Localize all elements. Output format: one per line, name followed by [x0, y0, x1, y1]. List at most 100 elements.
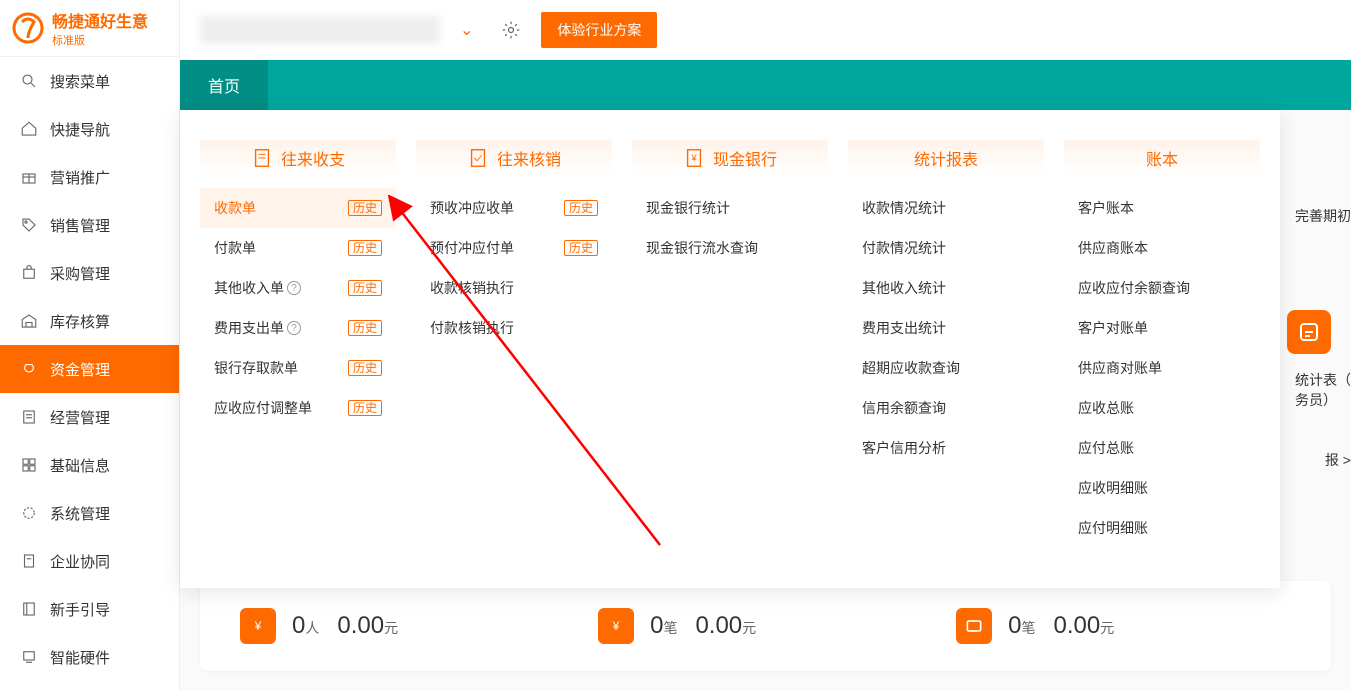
document-icon [20, 552, 38, 570]
sidebar-item-label: 企业协同 [50, 551, 110, 572]
mega-col-cashbank: ¥ 现金银行 现金银行统计 现金银行流水查询 [632, 140, 828, 548]
sidebar-item-search[interactable]: 搜索菜单 [0, 57, 179, 105]
sidebar-item-shortcut[interactable]: 快捷导航 [0, 105, 179, 153]
mega-item-bank-transfer[interactable]: 银行存取款单 历史 [200, 348, 396, 388]
tab-home[interactable]: 首页 [180, 60, 268, 110]
sidebar-item-guide[interactable]: 新手引导 [0, 585, 179, 633]
history-tag[interactable]: 历史 [348, 400, 382, 416]
sidebar-item-finance[interactable]: 资金管理 [0, 345, 179, 393]
history-tag[interactable]: 历史 [564, 200, 598, 216]
mega-item-customer-ledger[interactable]: 客户账本 [1064, 188, 1260, 228]
warehouse-icon [20, 312, 38, 330]
mega-item-overdue-ar[interactable]: 超期应收款查询 [848, 348, 1044, 388]
sidebar-item-label: 销售管理 [50, 215, 110, 236]
tabbar: 首页 [180, 60, 1351, 110]
mega-item-other-income[interactable]: 其他收入单? 历史 [200, 268, 396, 308]
money-icon: ¥ [598, 608, 634, 644]
sidebar-item-label: 搜索菜单 [50, 71, 110, 92]
sidebar-item-hardware[interactable]: 智能硬件 [0, 633, 179, 681]
check-doc-icon [467, 147, 489, 169]
chevron-down-icon[interactable]: ⌄ [452, 20, 481, 40]
sidebar-item-operation[interactable]: 经营管理 [0, 393, 179, 441]
org-selector-blurred [200, 16, 440, 44]
receipt-icon [251, 147, 273, 169]
history-tag[interactable]: 历史 [348, 240, 382, 256]
mega-item-ar-ap-balance[interactable]: 应收应付余额查询 [1064, 268, 1260, 308]
mega-item-customer-credit[interactable]: 客户信用分析 [848, 428, 1044, 468]
mega-item-payment-writeoff[interactable]: 付款核销执行 [416, 308, 612, 348]
report-icon[interactable] [1287, 310, 1331, 354]
mega-col-ledger: 账本 客户账本 供应商账本 应收应付余额查询 客户对账单 供应商对账单 应收总账… [1064, 140, 1260, 548]
gift-icon [20, 168, 38, 186]
sidebar-item-enterprise[interactable]: 企业协同 [0, 537, 179, 585]
history-tag[interactable]: 历史 [348, 280, 382, 296]
mega-item-expense-stats[interactable]: 费用支出统计 [848, 308, 1044, 348]
sidebar-item-label: 采购管理 [50, 263, 110, 284]
stat-group-3: 0笔 0.00元 [956, 608, 1114, 644]
sidebar-item-label: 资金管理 [50, 359, 110, 380]
mega-item-cashbank-flow[interactable]: 现金银行流水查询 [632, 228, 828, 268]
wallet-icon [956, 608, 992, 644]
sidebar-item-label: 系统管理 [50, 503, 110, 524]
logo-sub: 标准版 [52, 32, 148, 48]
home-icon [20, 120, 38, 138]
mega-item-payment[interactable]: 付款单 历史 [200, 228, 396, 268]
history-tag[interactable]: 历史 [564, 240, 598, 256]
sidebar-item-inventory[interactable]: 库存核算 [0, 297, 179, 345]
mega-menu-panel: 往来收支 收款单 历史 付款单 历史 其他收入单? 历史 费用支出单? 历史 银… [180, 110, 1280, 588]
mega-item-prereceive-offset[interactable]: 预收冲应收单 历史 [416, 188, 612, 228]
mega-header-reports: 统计报表 [848, 140, 1044, 176]
help-icon[interactable]: ? [287, 321, 301, 335]
mega-item-other-income-stats[interactable]: 其他收入统计 [848, 268, 1044, 308]
logo[interactable]: 畅捷通好生意 标准版 [0, 0, 179, 57]
sidebar-item-sales[interactable]: 销售管理 [0, 201, 179, 249]
history-tag[interactable]: 历史 [348, 360, 382, 376]
history-tag[interactable]: 历史 [348, 200, 382, 216]
grid-icon [20, 456, 38, 474]
mega-item-cashbank-stats[interactable]: 现金银行统计 [632, 188, 828, 228]
mega-item-credit-balance[interactable]: 信用余额查询 [848, 388, 1044, 428]
sidebar-item-basic[interactable]: 基础信息 [0, 441, 179, 489]
mega-item-supplier-statement[interactable]: 供应商对账单 [1064, 348, 1260, 388]
mega-item-ap-detail[interactable]: 应付明细账 [1064, 508, 1260, 548]
mega-item-ar-ap-adjust[interactable]: 应收应付调整单 历史 [200, 388, 396, 428]
tag-icon [20, 216, 38, 234]
sidebar-item-label: 智能硬件 [50, 647, 110, 668]
mega-item-payment-stats[interactable]: 付款情况统计 [848, 228, 1044, 268]
cart-icon [20, 264, 38, 282]
mega-item-receipt-writeoff[interactable]: 收款核销执行 [416, 268, 612, 308]
mega-item-ar-general[interactable]: 应收总账 [1064, 388, 1260, 428]
mega-item-receipt[interactable]: 收款单 历史 [200, 188, 396, 228]
sidebar-item-purchase[interactable]: 采购管理 [0, 249, 179, 297]
device-icon [20, 648, 38, 666]
bank-icon: ¥ [683, 147, 705, 169]
sidebar-item-label: 新手引导 [50, 599, 110, 620]
sidebar-item-system[interactable]: 系统管理 [0, 489, 179, 537]
experience-plan-button[interactable]: 体验行业方案 [541, 12, 657, 48]
sidebar: 畅捷通好生意 标准版 搜索菜单 快捷导航 营销推广 销售管理 采购管理 库存核算… [0, 0, 180, 691]
mega-item-customer-statement[interactable]: 客户对账单 [1064, 308, 1260, 348]
right-text2: 统计表（ 务员） [1295, 370, 1351, 410]
stat-group-2: ¥ 0笔 0.00元 [598, 608, 756, 644]
history-tag[interactable]: 历史 [348, 320, 382, 336]
mega-item-receipt-stats[interactable]: 收款情况统计 [848, 188, 1044, 228]
mega-item-supplier-ledger[interactable]: 供应商账本 [1064, 228, 1260, 268]
mega-header-writeoff: 往来核销 [416, 140, 612, 176]
sidebar-item-marketing[interactable]: 营销推广 [0, 153, 179, 201]
mega-item-prepay-offset[interactable]: 预付冲应付单 历史 [416, 228, 612, 268]
mega-header-transactions: 往来收支 [200, 140, 396, 176]
sidebar-item-label: 营销推广 [50, 167, 110, 188]
mega-item-ar-detail[interactable]: 应收明细账 [1064, 468, 1260, 508]
logo-title: 畅捷通好生意 [52, 8, 148, 32]
mega-col-reports: 统计报表 收款情况统计 付款情况统计 其他收入统计 费用支出统计 超期应收款查询… [848, 140, 1044, 548]
help-icon[interactable]: ? [287, 281, 301, 295]
mega-item-expense[interactable]: 费用支出单? 历史 [200, 308, 396, 348]
mega-item-ap-general[interactable]: 应付总账 [1064, 428, 1260, 468]
gear-icon [20, 504, 38, 522]
right-panel-snippet: 完善期初 [1285, 200, 1351, 232]
book-icon [20, 600, 38, 618]
svg-text:¥: ¥ [690, 153, 697, 163]
sidebar-item-label: 快捷导航 [50, 119, 110, 140]
logo-icon [12, 12, 44, 44]
settings-icon[interactable] [501, 20, 521, 40]
